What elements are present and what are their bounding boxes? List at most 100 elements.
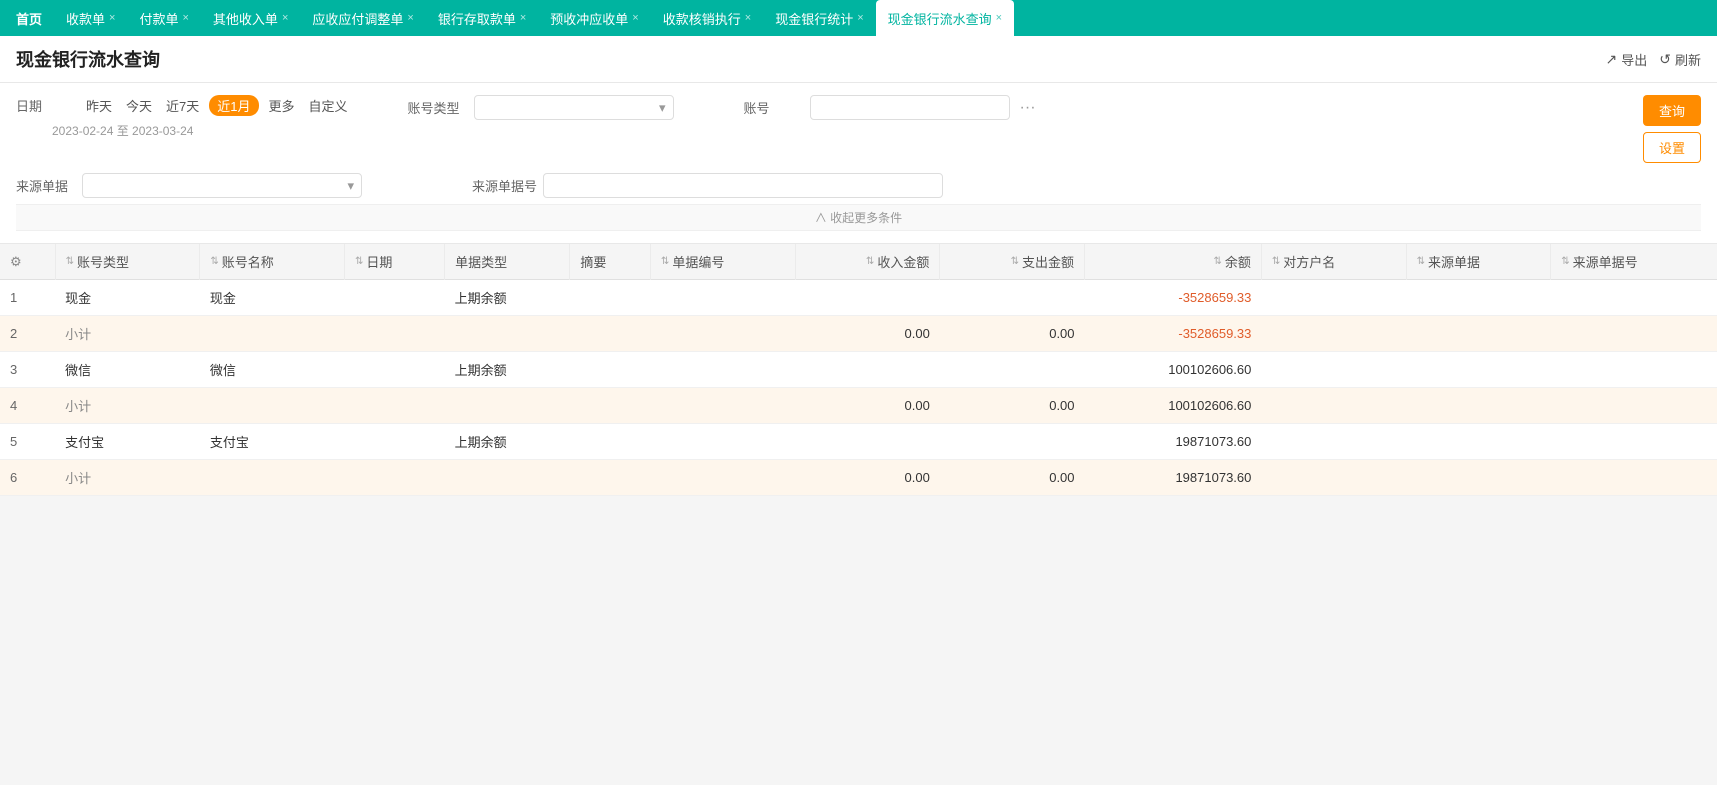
col-income: ⇅ 收入金额 — [795, 244, 940, 280]
cell-counterpart — [1261, 280, 1406, 316]
settings-button[interactable]: 设置 — [1643, 132, 1701, 163]
refresh-button[interactable]: ↺ 刷新 — [1659, 50, 1701, 69]
col-source-doc: ⇅ 来源单据 — [1406, 244, 1551, 280]
sort-icon-expense[interactable]: ⇅ — [1011, 256, 1019, 267]
cell-account-type: 小计 — [55, 460, 200, 496]
cell-date — [345, 388, 445, 424]
account-type-label: 账号类型 — [408, 98, 468, 117]
cell-source-doc — [1406, 280, 1551, 316]
col-source-doc-no: ⇅ 来源单据号 — [1551, 244, 1717, 280]
cell-balance: 100102606.60 — [1085, 352, 1262, 388]
table-row: 6 小计 0.00 0.00 19871073.60 — [0, 460, 1717, 496]
source-doc-input-group: ▾ — [82, 173, 362, 198]
account-more-icon[interactable]: ··· — [1020, 99, 1036, 117]
shortcut-custom[interactable]: 自定义 — [305, 95, 352, 116]
cell-income: 0.00 — [795, 460, 940, 496]
source-doc-no-input[interactable] — [543, 173, 943, 198]
sort-icon-source-doc-no[interactable]: ⇅ — [1561, 256, 1569, 267]
nav-close-other-income[interactable]: × — [282, 12, 288, 24]
account-input[interactable] — [810, 95, 1010, 120]
nav-item-bank-stats[interactable]: 现金银行统计 × — [763, 0, 875, 36]
shortcut-1month[interactable]: 近1月 — [209, 95, 258, 116]
table-header-row: ⚙ ⇅ 账号类型 ⇅ 账号名称 ⇅ 日 — [0, 244, 1717, 280]
cell-expense — [940, 424, 1085, 460]
cell-account-name: 微信 — [200, 352, 345, 388]
sort-icon-doc-no[interactable]: ⇅ — [661, 256, 669, 267]
table-row: 1 现金 现金 上期余额 -3528659.33 — [0, 280, 1717, 316]
collapse-bar[interactable]: ∧ 收起更多条件 — [16, 204, 1701, 231]
cell-date — [345, 280, 445, 316]
nav-close-bank-withdrawal[interactable]: × — [520, 12, 526, 24]
cell-counterpart — [1261, 460, 1406, 496]
cell-doc-type: 上期余额 — [445, 352, 570, 388]
sort-icon-source-doc[interactable]: ⇅ — [1417, 256, 1425, 267]
cell-income — [795, 352, 940, 388]
table-row: 5 支付宝 支付宝 上期余额 19871073.60 — [0, 424, 1717, 460]
shortcut-more[interactable]: 更多 — [265, 95, 299, 116]
cell-account-name — [200, 388, 345, 424]
cell-expense — [940, 352, 1085, 388]
cell-source-doc-no — [1551, 280, 1717, 316]
cell-summary — [570, 388, 651, 424]
col-gear[interactable]: ⚙ — [0, 244, 55, 280]
cell-account-name — [200, 460, 345, 496]
nav-close-bank-stats[interactable]: × — [857, 12, 863, 24]
nav-close-payment[interactable]: × — [182, 12, 188, 24]
nav-item-payment[interactable]: 付款单 × — [127, 0, 200, 36]
gear-icon[interactable]: ⚙ — [10, 254, 22, 269]
sort-icon-account-type[interactable]: ⇅ — [66, 256, 74, 267]
nav-close-receipt[interactable]: × — [109, 12, 115, 24]
cell-income: 0.00 — [795, 316, 940, 352]
cell-source-doc-no — [1551, 352, 1717, 388]
query-button[interactable]: 查询 — [1643, 95, 1701, 126]
nav-item-adjustment[interactable]: 应收应付调整单 × — [300, 0, 425, 36]
export-button[interactable]: ↗ 导出 — [1606, 50, 1648, 69]
cell-index: 6 — [0, 460, 55, 496]
cell-account-name: 现金 — [200, 280, 345, 316]
shortcut-today[interactable]: 今天 — [122, 95, 156, 116]
account-type-input-group: 现金 微信 支付宝 ▾ — [474, 95, 674, 120]
nav-item-receipt[interactable]: 收款单 × — [54, 0, 127, 36]
col-doc-no: ⇅ 单据编号 — [650, 244, 795, 280]
col-balance: ⇅ 余额 — [1085, 244, 1262, 280]
cell-index: 5 — [0, 424, 55, 460]
source-doc-select[interactable] — [82, 173, 362, 198]
nav-close-bank-flow[interactable]: × — [996, 12, 1002, 24]
cell-counterpart — [1261, 388, 1406, 424]
cell-counterpart — [1261, 316, 1406, 352]
cell-income — [795, 280, 940, 316]
cell-date — [345, 460, 445, 496]
source-doc-no-label: 来源单据号 — [472, 176, 537, 195]
table-wrapper: ⚙ ⇅ 账号类型 ⇅ 账号名称 ⇅ 日 — [0, 244, 1717, 496]
account-type-select[interactable]: 现金 微信 支付宝 — [474, 95, 674, 120]
nav-item-home[interactable]: 首页 — [4, 0, 54, 36]
cell-source-doc — [1406, 460, 1551, 496]
shortcut-yesterday[interactable]: 昨天 — [82, 95, 116, 116]
header-actions: ↗ 导出 ↺ 刷新 — [1606, 50, 1702, 69]
sort-icon-date[interactable]: ⇅ — [355, 256, 363, 267]
nav-item-prepayment[interactable]: 预收冲应收单 × — [538, 0, 650, 36]
sort-icon-account-name[interactable]: ⇅ — [210, 256, 218, 267]
sort-icon-income[interactable]: ⇅ — [866, 256, 874, 267]
cell-source-doc-no — [1551, 460, 1717, 496]
nav-item-other-income[interactable]: 其他收入单 × — [201, 0, 300, 36]
table-row: 4 小计 0.00 0.00 100102606.60 — [0, 388, 1717, 424]
sort-icon-balance[interactable]: ⇅ — [1213, 256, 1221, 267]
nav-close-prepayment[interactable]: × — [632, 12, 638, 24]
cell-summary — [570, 316, 651, 352]
nav-item-collection[interactable]: 收款核销执行 × — [651, 0, 763, 36]
cell-source-doc-no — [1551, 424, 1717, 460]
nav-close-collection[interactable]: × — [745, 12, 751, 24]
cell-doc-type — [445, 388, 570, 424]
col-counterpart: ⇅ 对方户名 — [1261, 244, 1406, 280]
col-doc-type: 单据类型 — [445, 244, 570, 280]
cell-doc-no — [650, 280, 795, 316]
cell-expense: 0.00 — [940, 388, 1085, 424]
collapse-label: ∧ 收起更多条件 — [815, 211, 902, 225]
account-label: 账号 — [744, 98, 804, 117]
nav-item-bank-withdrawal[interactable]: 银行存取款单 × — [426, 0, 538, 36]
shortcut-7days[interactable]: 近7天 — [162, 95, 203, 116]
nav-close-adjustment[interactable]: × — [407, 12, 413, 24]
sort-icon-counterpart[interactable]: ⇅ — [1272, 256, 1280, 267]
nav-item-bank-flow[interactable]: 现金银行流水查询 × — [876, 0, 1014, 36]
